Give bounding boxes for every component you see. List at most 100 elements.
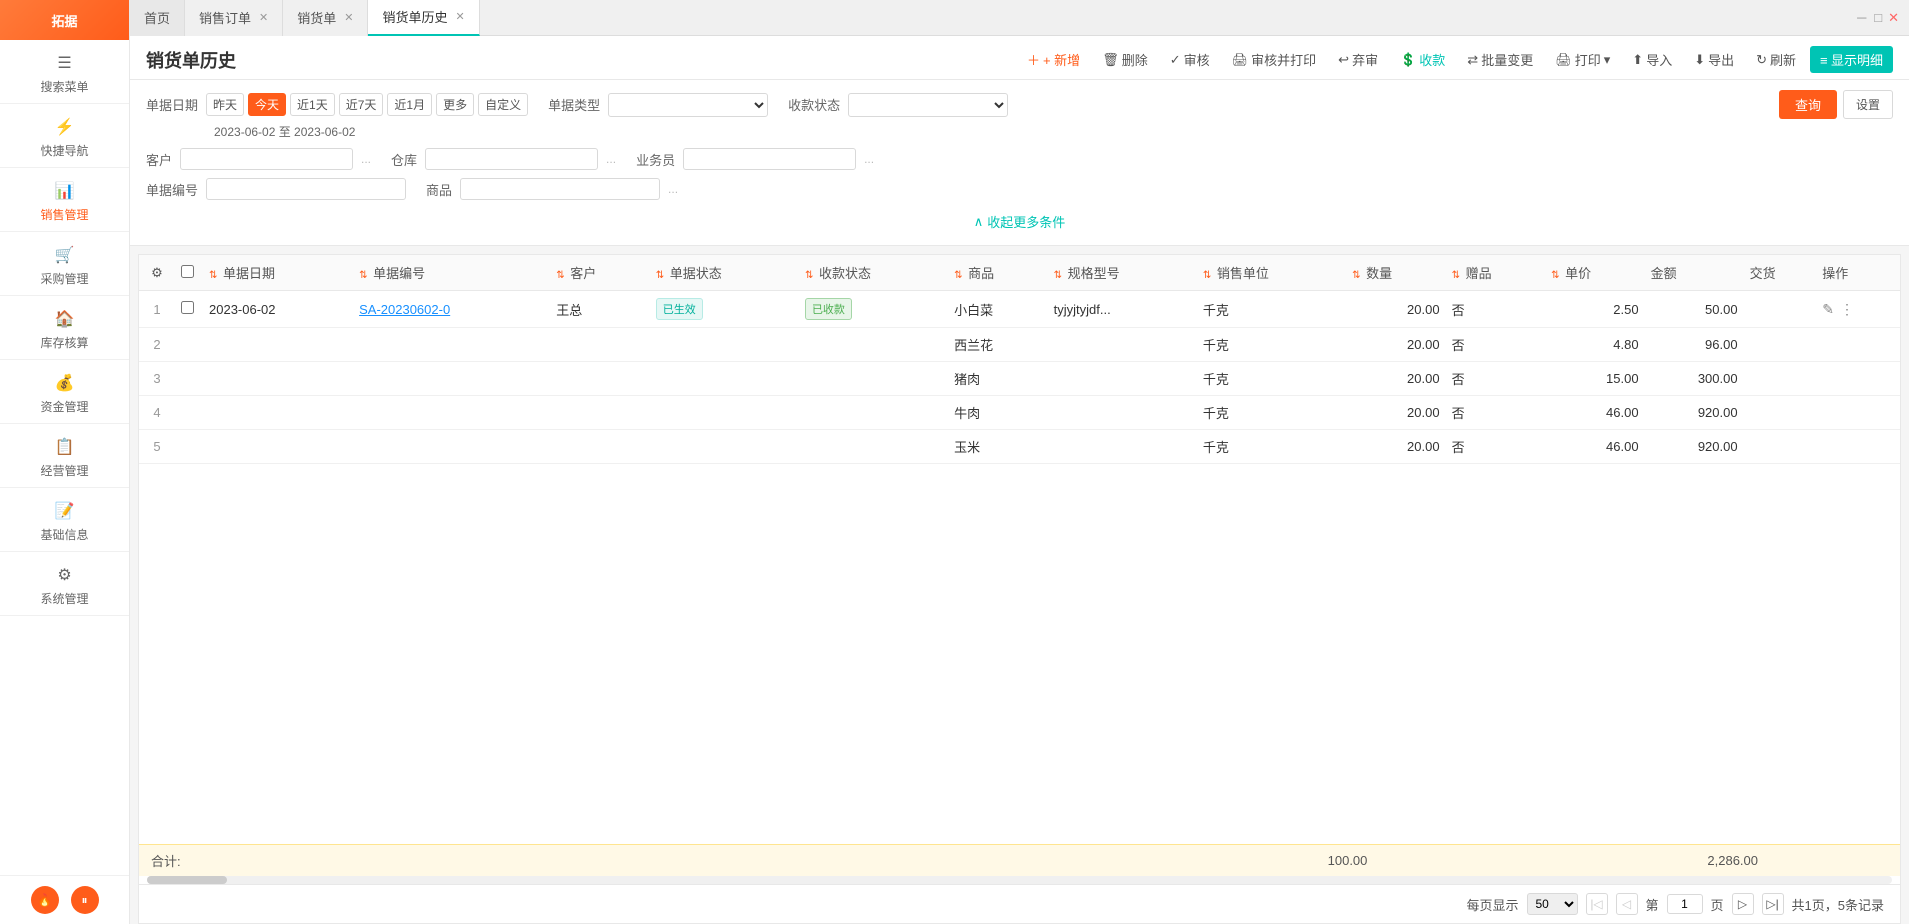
cell-checkbox[interactable] xyxy=(175,328,203,362)
cell-qty: 20.00 xyxy=(1346,291,1446,328)
prev-page-btn[interactable]: ◁ xyxy=(1616,893,1638,915)
col-collect-status[interactable]: ⇅ 收款状态 xyxy=(799,255,948,291)
tab-sales-order[interactable]: 销售订单 ✕ xyxy=(185,0,283,36)
per-page-select[interactable]: 50 100 xyxy=(1527,893,1578,915)
date-btn-today[interactable]: 今天 xyxy=(248,93,286,116)
select-all-checkbox[interactable] xyxy=(181,265,194,278)
sidebar-item-ops-mgmt[interactable]: 📋 经营管理 xyxy=(0,424,129,488)
tab-sales-goods[interactable]: 销货单 ✕ xyxy=(283,0,368,36)
more-btn[interactable]: ⋮ xyxy=(1840,301,1854,318)
goods-suffix[interactable]: ... xyxy=(668,182,678,196)
abandon-icon: ↩ xyxy=(1338,52,1349,68)
warehouse-input[interactable] xyxy=(425,148,598,170)
fire-icon[interactable]: 🔥 xyxy=(31,886,59,914)
cell-doc-no[interactable] xyxy=(353,328,550,362)
scrollbar-thumb[interactable] xyxy=(147,876,227,884)
cell-doc-no[interactable] xyxy=(353,362,550,396)
cell-checkbox[interactable] xyxy=(175,291,203,328)
col-qty[interactable]: ⇅ 数量 xyxy=(1346,255,1446,291)
col-goods[interactable]: ⇅ 商品 xyxy=(948,255,1048,291)
cell-num: 1 xyxy=(139,291,175,328)
horizontal-scrollbar[interactable] xyxy=(147,876,1892,884)
page-number-input[interactable] xyxy=(1667,894,1703,914)
tab-sales-history[interactable]: 销货单历史 ✕ xyxy=(368,0,479,36)
tab-sales-history-close[interactable]: ✕ xyxy=(456,10,465,23)
query-button[interactable]: 查询 xyxy=(1779,90,1837,119)
col-checkbox[interactable] xyxy=(175,255,203,291)
salesperson-input[interactable] xyxy=(683,148,856,170)
collect-button[interactable]: 💲 收款 xyxy=(1392,46,1453,73)
col-spec[interactable]: ⇅ 规格型号 xyxy=(1048,255,1197,291)
cell-checkbox[interactable] xyxy=(175,396,203,430)
warehouse-suffix[interactable]: ... xyxy=(606,152,616,166)
sidebar-item-sales-mgmt[interactable]: 📊 销售管理 xyxy=(0,168,129,232)
col-price[interactable]: ⇅ 单价 xyxy=(1545,255,1645,291)
customer-label: 客户 xyxy=(146,150,172,169)
edit-btn[interactable]: ✎ xyxy=(1822,301,1834,318)
customer-suffix[interactable]: ... xyxy=(361,152,371,166)
date-btn-more[interactable]: 更多 xyxy=(436,93,474,116)
sidebar-item-search-menu[interactable]: ☰ 搜索菜单 xyxy=(0,40,129,104)
sidebar-item-sys-mgmt[interactable]: ⚙ 系统管理 xyxy=(0,552,129,616)
col-settings[interactable]: ⚙ xyxy=(139,255,175,291)
tab-sales-goods-close[interactable]: ✕ xyxy=(344,11,353,24)
col-unit[interactable]: ⇅ 销售单位 xyxy=(1197,255,1346,291)
cell-doc-date xyxy=(203,396,353,430)
display-detail-button[interactable]: ≡ 显示明细 xyxy=(1810,46,1893,73)
sidebar-item-basic-info[interactable]: 📝 基础信息 xyxy=(0,488,129,552)
batch-change-button[interactable]: ⇄ 批量变更 xyxy=(1459,46,1541,73)
collapse-button[interactable]: ∧ 收起更多条件 xyxy=(146,208,1893,235)
col-customer[interactable]: ⇅ 客户 xyxy=(550,255,650,291)
collect-status-select[interactable] xyxy=(848,93,1008,117)
date-btn-7day[interactable]: 近7天 xyxy=(339,93,384,116)
window-restore[interactable]: □ xyxy=(1874,10,1882,25)
cell-checkbox[interactable] xyxy=(175,362,203,396)
purchase-mgmt-icon: 🛒 xyxy=(54,244,76,266)
add-button[interactable]: ＋ + 新增 xyxy=(1019,46,1088,73)
col-doc-status[interactable]: ⇅ 单据状态 xyxy=(650,255,799,291)
cell-customer xyxy=(550,362,650,396)
window-minimize[interactable]: － xyxy=(1855,8,1868,27)
delete-button[interactable]: 🗑 删除 xyxy=(1094,46,1156,73)
date-btn-1day[interactable]: 近1天 xyxy=(290,93,335,116)
goods-input[interactable] xyxy=(460,178,660,200)
review-button[interactable]: ✓ 审核 xyxy=(1162,46,1218,73)
print-button[interactable]: 🖨 打印 ▾ xyxy=(1547,46,1618,73)
cell-doc-no[interactable]: SA-20230602-0 xyxy=(353,291,550,328)
col-doc-date[interactable]: ⇅ 单据日期 xyxy=(203,255,353,291)
cell-checkbox[interactable] xyxy=(175,430,203,464)
sidebar-item-inventory[interactable]: 🏠 库存核算 xyxy=(0,296,129,360)
table-settings-icon[interactable]: ⚙ xyxy=(151,265,163,280)
salesperson-suffix[interactable]: ... xyxy=(864,152,874,166)
sort-icon-doc-date: ⇅ xyxy=(209,270,217,281)
tab-sales-order-close[interactable]: ✕ xyxy=(259,11,268,24)
doc-no-input[interactable] xyxy=(206,178,406,200)
setting-button[interactable]: 设置 xyxy=(1843,90,1893,119)
col-doc-no[interactable]: ⇅ 单据编号 xyxy=(353,255,550,291)
col-gift[interactable]: ⇅ 赠品 xyxy=(1446,255,1546,291)
window-close[interactable]: ✕ xyxy=(1888,10,1899,26)
import-button[interactable]: ⬆ 导入 xyxy=(1624,46,1680,73)
cell-collect-status: 已收款 xyxy=(799,291,948,328)
quick-nav-icon: ⚡ xyxy=(54,116,76,138)
customer-input[interactable] xyxy=(180,148,353,170)
sidebar-item-purchase-mgmt[interactable]: 🛒 采购管理 xyxy=(0,232,129,296)
next-page-btn[interactable]: ▷ xyxy=(1732,893,1754,915)
first-page-btn[interactable]: |◁ xyxy=(1586,893,1608,915)
cell-doc-no[interactable] xyxy=(353,430,550,464)
sidebar-item-quick-nav[interactable]: ⚡ 快捷导航 xyxy=(0,104,129,168)
date-btn-1month[interactable]: 近1月 xyxy=(387,93,432,116)
sidebar-item-finance-mgmt[interactable]: 💰 资金管理 xyxy=(0,360,129,424)
cell-unit: 千克 xyxy=(1197,430,1346,464)
tab-home[interactable]: 首页 xyxy=(130,0,185,36)
last-page-btn[interactable]: ▷| xyxy=(1762,893,1784,915)
date-btn-yesterday[interactable]: 昨天 xyxy=(206,93,244,116)
review-print-button[interactable]: 🖨 审核并打印 xyxy=(1224,46,1325,73)
cell-doc-no[interactable] xyxy=(353,396,550,430)
doc-type-select[interactable] xyxy=(608,93,768,117)
abandon-button[interactable]: ↩ 弃审 xyxy=(1330,46,1386,73)
refresh-button[interactable]: ↻ 刷新 xyxy=(1748,46,1804,73)
pause-icon[interactable]: ⏸ xyxy=(71,886,99,914)
export-button[interactable]: ⬇ 导出 xyxy=(1686,46,1742,73)
date-btn-custom[interactable]: 自定义 xyxy=(478,93,528,116)
